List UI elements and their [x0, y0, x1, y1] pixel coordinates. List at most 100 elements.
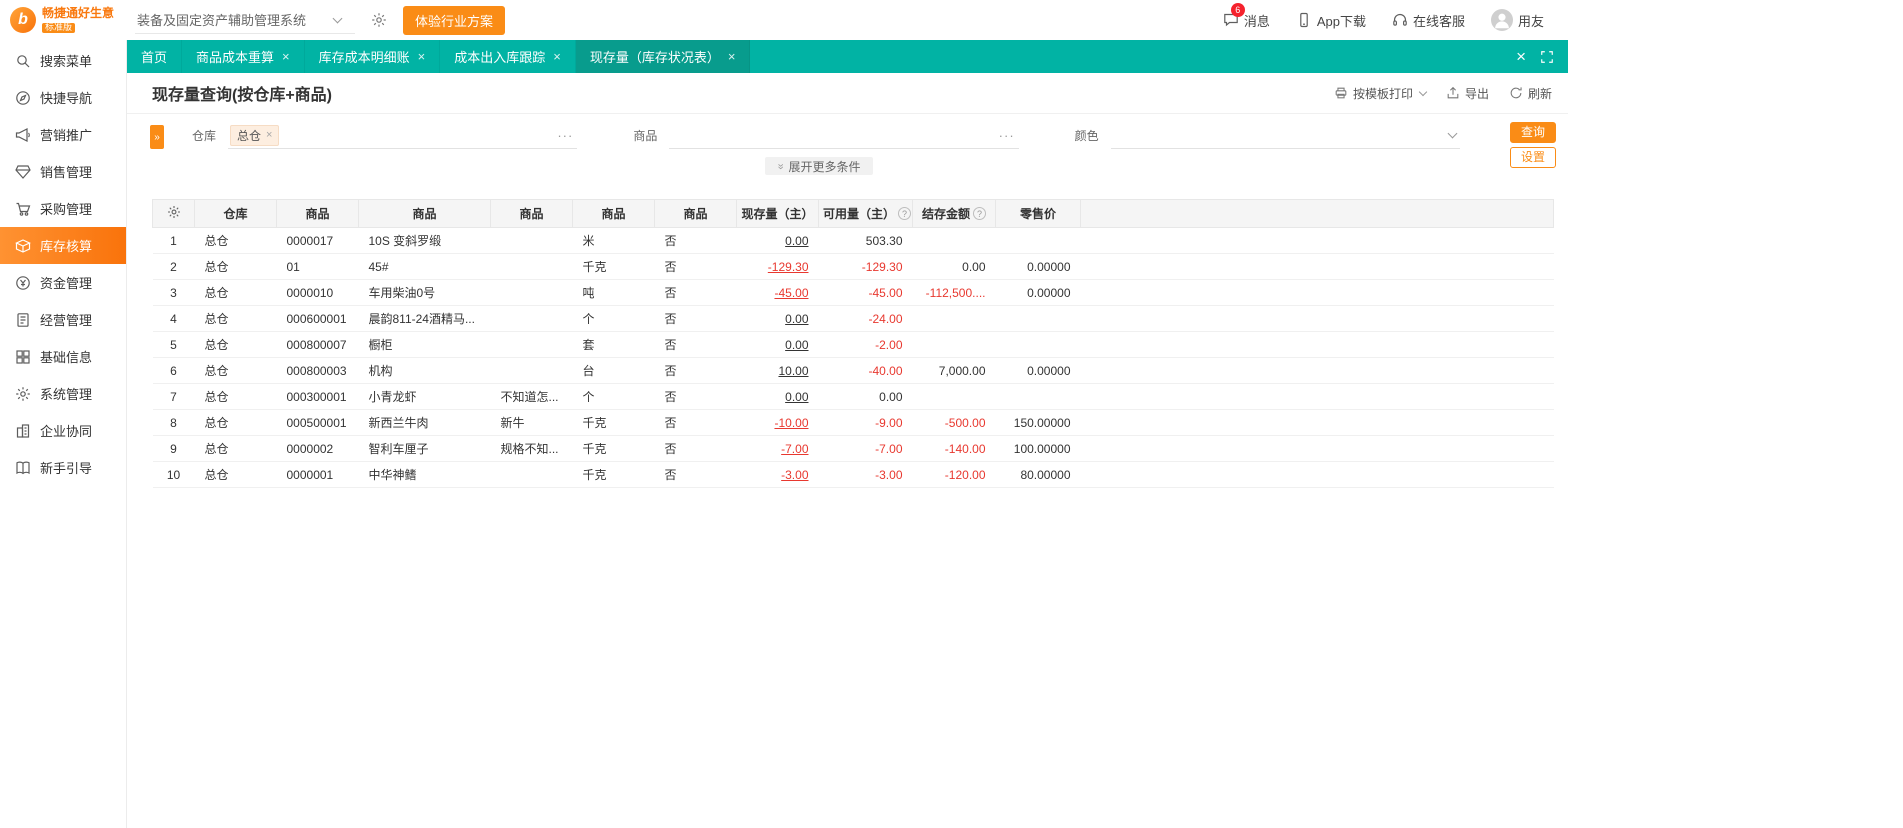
qty-drilldown-link[interactable]: -3.00: [781, 468, 808, 482]
cell-price: 100.00000: [995, 435, 1081, 462]
tab-现存量（库存状况表）[interactable]: 现存量（库存状况表） ×: [575, 40, 751, 73]
warehouse-field[interactable]: 总仓 × ···: [228, 124, 578, 149]
qty-drilldown-link[interactable]: 0.00: [785, 390, 808, 404]
qty-drilldown-link[interactable]: -129.30: [768, 260, 809, 274]
building-icon: [15, 423, 31, 439]
sidebar-item-系统管理[interactable]: 系统管理: [0, 375, 126, 412]
collapse-filter-button[interactable]: »: [150, 125, 164, 149]
tab-close-icon[interactable]: ×: [728, 50, 736, 63]
user-label: 用友: [1517, 13, 1544, 29]
sidebar-item-企业协同[interactable]: 企业协同: [0, 412, 126, 449]
table-row[interactable]: 6 总仓 000800003 机构 台否 10.00 -40.00 7,000.00 0.000…: [152, 357, 1554, 384]
qty-drilldown-link[interactable]: 0.00: [785, 338, 808, 352]
info-icon[interactable]: ?: [973, 207, 986, 220]
product-picker-ellipsis[interactable]: ···: [999, 128, 1015, 143]
export-button[interactable]: 导出: [1446, 85, 1489, 102]
table-row[interactable]: 4 总仓 000600001 晨韵811-24酒精马... 个否 0.00 -24.00: [152, 305, 1554, 332]
sidebar-item-label: 营销推广: [40, 128, 93, 143]
cell-avail: -7.00: [818, 435, 913, 462]
cell-amount: [912, 383, 996, 410]
sidebar-item-库存核算[interactable]: 库存核算: [0, 227, 126, 264]
sidebar-item-搜索菜单[interactable]: 搜索菜单: [0, 42, 126, 79]
table-row[interactable]: 7 总仓 000300001 小青龙虾 不知道怎... 个否 0.00 0.00: [152, 383, 1554, 410]
sidebar-item-资金管理[interactable]: 资金管理: [0, 264, 126, 301]
refresh-button[interactable]: 刷新: [1509, 85, 1552, 102]
cell-filler: [1080, 227, 1554, 254]
expand-more-conditions[interactable]: » 展开更多条件: [765, 157, 873, 175]
cell-avail: -24.00: [818, 305, 913, 332]
cell-name: 车用柴油0号: [358, 279, 491, 306]
messages-button[interactable]: 6 消息: [1223, 3, 1270, 30]
sidebar-item-营销推广[interactable]: 营销推广: [0, 116, 126, 153]
table-row[interactable]: 3 总仓 0000010 车用柴油0号吨否 -45.00 -45.00 -112,500..…: [152, 279, 1554, 306]
table-row[interactable]: 1 总仓 0000017 10S 变斜罗缎 米否 0.00 503.30: [152, 227, 1554, 254]
close-all-tabs-button[interactable]: ×: [1516, 48, 1526, 65]
cell-unit: 千克: [572, 253, 655, 280]
column-header: 商品: [276, 199, 359, 228]
cell-unit: 套: [572, 331, 655, 358]
table-row[interactable]: 2 总仓 01 45# 千克否 -129.30 -129.30 0.00 0.00000: [152, 253, 1554, 280]
settings-gear-icon[interactable]: [371, 12, 387, 28]
cell-unit: 千克: [572, 461, 655, 488]
qty-drilldown-link[interactable]: 0.00: [785, 234, 808, 248]
tab-商品成本重算[interactable]: 商品成本重算 ×: [182, 40, 305, 73]
tab-close-icon[interactable]: ×: [282, 50, 290, 63]
qty-drilldown-link[interactable]: 10.00: [778, 364, 808, 378]
table-row[interactable]: 5 总仓 000800007 橱柜 套否 0.00 -2.00: [152, 331, 1554, 358]
color-dropdown-chevron-icon[interactable]: [1447, 128, 1458, 139]
sidebar-item-label: 库存核算: [40, 239, 93, 254]
topbar: b 畅捷通好生意 标准版 装备及固定资产辅助管理系统 体验行业方案 6 消息 A…: [0, 0, 1568, 40]
chevron-down-icon: [332, 13, 343, 23]
warehouse-label: 仓库: [192, 129, 217, 143]
sidebar-item-销售管理[interactable]: 销售管理: [0, 153, 126, 190]
qty-drilldown-link[interactable]: -10.00: [774, 416, 808, 430]
qty-drilldown-link[interactable]: 0.00: [785, 312, 808, 326]
trial-button[interactable]: 体验行业方案: [403, 5, 506, 35]
table-row[interactable]: 10 总仓 0000001 中华神鳍 千克否 -3.00 -3.00 -120.00 80.00…: [152, 461, 1554, 488]
tab-close-icon[interactable]: ×: [553, 50, 561, 63]
print-template-button[interactable]: 按模板打印: [1334, 85, 1428, 102]
cell-avail: -129.30: [818, 253, 913, 280]
query-button[interactable]: 查询: [1510, 122, 1556, 143]
export-icon: [1446, 86, 1460, 100]
settings-button[interactable]: 设置: [1510, 147, 1556, 168]
sidebar-item-采购管理[interactable]: 采购管理: [0, 190, 126, 227]
tab-close-icon[interactable]: ×: [418, 50, 426, 63]
info-icon[interactable]: ?: [898, 207, 912, 220]
tag-close-icon[interactable]: ×: [266, 129, 272, 141]
tab-成本出入库跟踪[interactable]: 成本出入库跟踪 ×: [440, 40, 576, 73]
tab-label: 首页: [141, 50, 168, 65]
cell-avail: -2.00: [818, 331, 913, 358]
cell-amount: -500.00: [912, 409, 996, 436]
color-filter: 颜色: [1075, 124, 1460, 149]
sidebar-item-基础信息[interactable]: 基础信息: [0, 338, 126, 375]
tab-库存成本明细账[interactable]: 库存成本明细账 ×: [305, 40, 441, 73]
cell-filler: [1080, 461, 1554, 488]
product-field[interactable]: ···: [669, 124, 1019, 149]
double-chevron-down-icon: »: [774, 162, 787, 170]
column-settings-gear-icon[interactable]: [152, 199, 195, 228]
cell-code: 0000001: [276, 461, 359, 488]
warehouse-picker-ellipsis[interactable]: ···: [557, 128, 573, 143]
app-download-button[interactable]: App下载: [1296, 11, 1366, 30]
sidebar-item-快捷导航[interactable]: 快捷导航: [0, 79, 126, 116]
megaphone-icon: [15, 127, 31, 143]
online-service-button[interactable]: 在线客服: [1392, 11, 1465, 30]
headset-icon: [1392, 12, 1408, 28]
color-field[interactable]: [1110, 124, 1460, 149]
tab-首页[interactable]: 首页: [127, 40, 183, 73]
printer-icon: [1334, 86, 1348, 100]
cell-code: 000800007: [276, 331, 359, 358]
tab-label: 成本出入库跟踪: [454, 50, 546, 65]
warehouse-tag: 总仓 ×: [230, 124, 280, 146]
cell-price: 150.00000: [995, 409, 1081, 436]
user-menu[interactable]: 用友: [1490, 9, 1544, 31]
sidebar-item-经营管理[interactable]: 经营管理: [0, 301, 126, 338]
qty-drilldown-link[interactable]: -7.00: [781, 442, 808, 456]
sidebar-item-新手引导[interactable]: 新手引导: [0, 449, 126, 486]
system-select[interactable]: 装备及固定资产辅助管理系统: [135, 6, 355, 34]
table-row[interactable]: 9 总仓 0000002 智利车厘子 规格不知... 千克否 -7.00 -7.00 -140.…: [152, 435, 1554, 462]
table-row[interactable]: 8 总仓 000500001 新西兰牛肉 新牛 千克否 -10.00 -9.00 -500.00…: [152, 409, 1554, 436]
qty-drilldown-link[interactable]: -45.00: [774, 286, 808, 300]
fullscreen-icon[interactable]: [1540, 50, 1554, 64]
